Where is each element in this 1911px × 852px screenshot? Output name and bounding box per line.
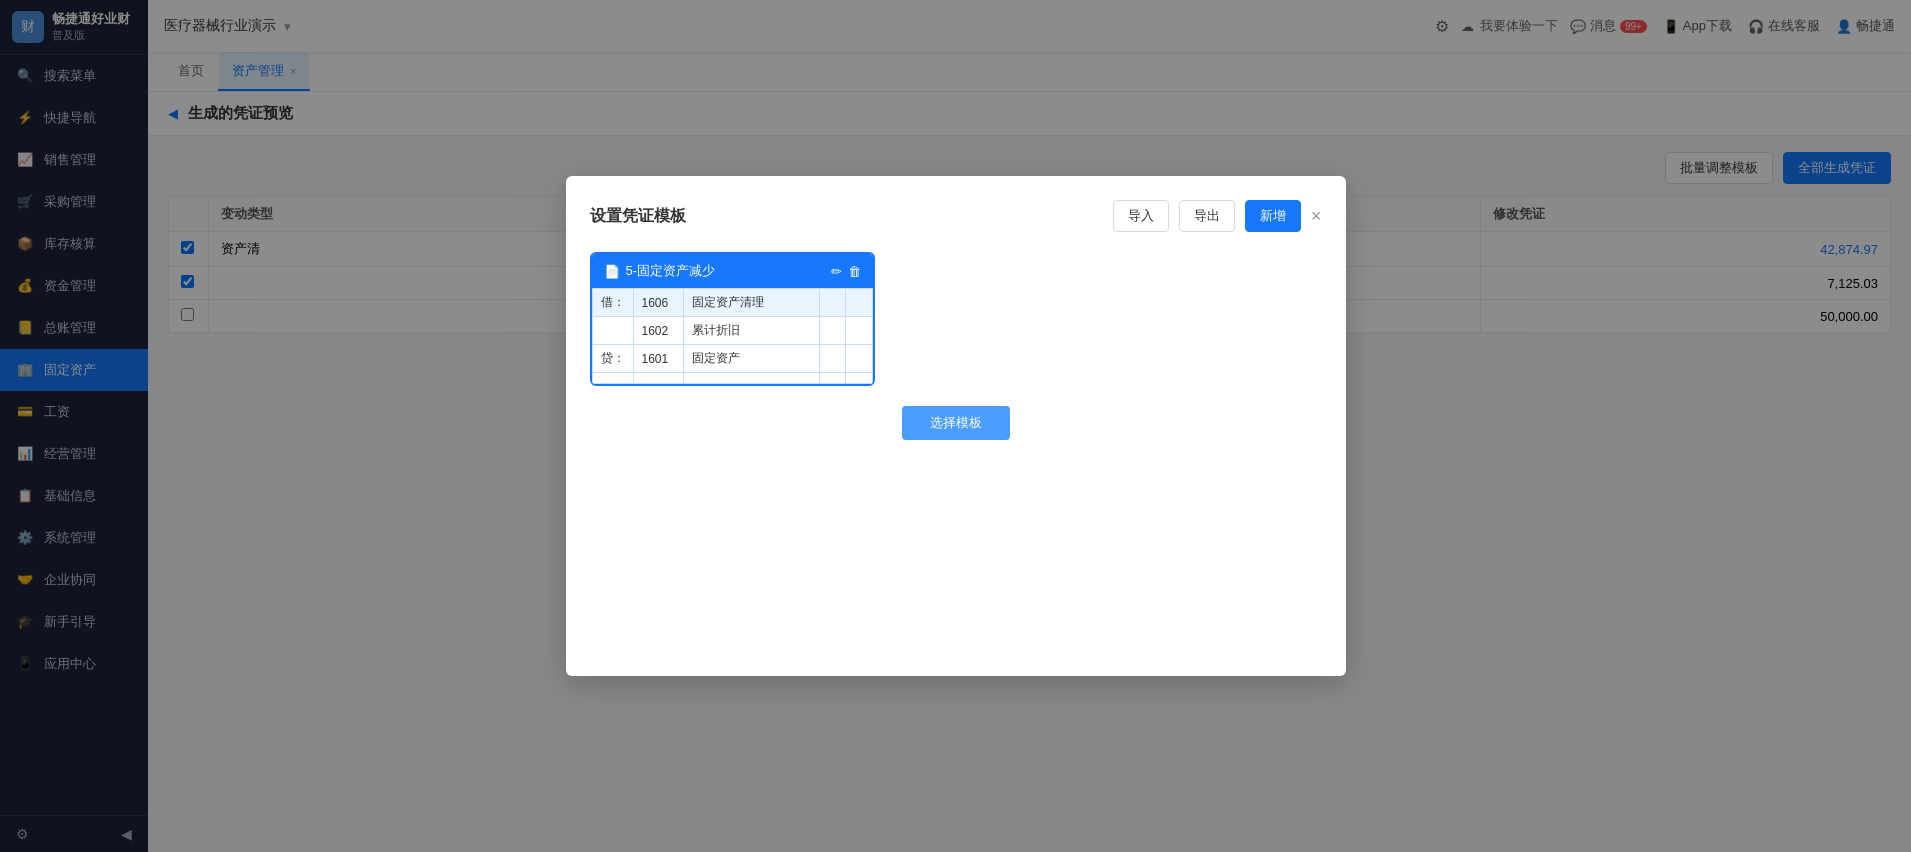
template-name: 5-固定资产减少: [626, 262, 716, 280]
entry-type: [592, 373, 633, 384]
entry-debit: [820, 345, 846, 373]
entry-code: 1601: [633, 345, 683, 373]
template-entry-row-empty: [592, 373, 872, 384]
entry-type: 借：: [592, 289, 633, 317]
dialog-close-btn[interactable]: ×: [1311, 207, 1322, 225]
template-entry-row: 1602 累计折旧: [592, 317, 872, 345]
import-btn[interactable]: 导入: [1113, 200, 1169, 232]
template-card: 📄 5-固定资产减少 ✏ 🗑 借： 1606 固定资产清理: [590, 252, 875, 386]
template-card-actions: ✏ 🗑: [831, 264, 861, 279]
entry-type: 贷：: [592, 345, 633, 373]
dialog-header: 设置凭证模板 导入 导出 新增 ×: [590, 200, 1322, 232]
select-template-btn[interactable]: 选择模板: [902, 406, 1010, 440]
dialog-set-template: 设置凭证模板 导入 导出 新增 × 📄 5-固定资产减少 ✏ 🗑: [566, 176, 1346, 676]
entry-code: 1602: [633, 317, 683, 345]
dialog-body: 📄 5-固定资产减少 ✏ 🗑 借： 1606 固定资产清理: [590, 252, 1322, 632]
entry-credit: [846, 373, 872, 384]
template-delete-icon[interactable]: 🗑: [848, 264, 861, 279]
entry-account: 固定资产清理: [683, 289, 820, 317]
template-entry-row: 贷： 1601 固定资产: [592, 345, 872, 373]
template-entries-table: 借： 1606 固定资产清理 1602 累计折旧 贷：: [592, 288, 873, 384]
entry-account: 固定资产: [683, 345, 820, 373]
entry-code: [633, 373, 683, 384]
new-btn[interactable]: 新增: [1245, 200, 1301, 232]
entry-account: [683, 373, 820, 384]
template-file-icon: 📄: [604, 264, 620, 279]
entry-code: 1606: [633, 289, 683, 317]
template-card-header: 📄 5-固定资产减少 ✏ 🗑: [592, 254, 873, 288]
entry-type: [592, 317, 633, 345]
entry-debit: [820, 373, 846, 384]
entry-credit: [846, 345, 872, 373]
entry-account: 累计折旧: [683, 317, 820, 345]
template-card-title: 📄 5-固定资产减少: [604, 262, 716, 280]
entry-credit: [846, 289, 872, 317]
entry-debit: [820, 317, 846, 345]
entry-debit: [820, 289, 846, 317]
dialog-actions: 导入 导出 新增: [1113, 200, 1301, 232]
export-btn[interactable]: 导出: [1179, 200, 1235, 232]
dialog-title: 设置凭证模板: [590, 206, 686, 227]
entry-credit: [846, 317, 872, 345]
template-edit-icon[interactable]: ✏: [831, 264, 842, 279]
template-entry-row: 借： 1606 固定资产清理: [592, 289, 872, 317]
